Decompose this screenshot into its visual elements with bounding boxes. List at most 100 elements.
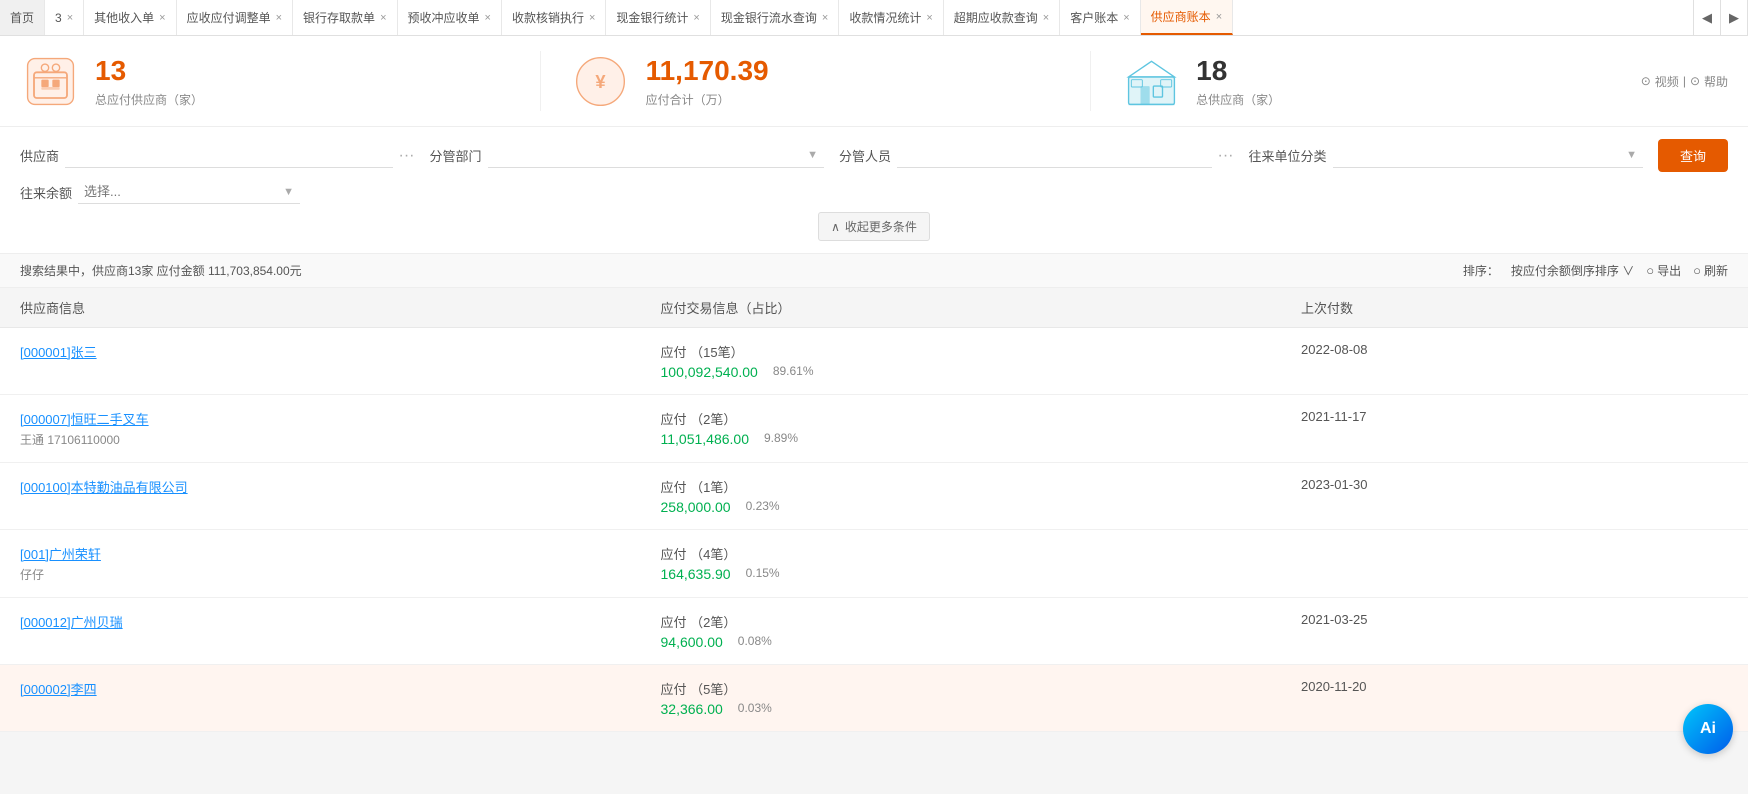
nav-tab-customer-ledger[interactable]: 客户账本 × [1060,0,1140,35]
nav-tab-adjustment-close[interactable]: × [276,12,282,24]
nav-prev-arrow[interactable]: ◀ [1694,0,1721,36]
nav-tab-customer-ledger-label: 客户账本 [1070,9,1118,26]
nav-tab-bank-close[interactable]: × [380,12,386,24]
payable-suppliers-label: 总应付供应商（家） [95,91,203,108]
transaction-info-2: 应付 （2笔） 11,051,486.00 9.89% [661,409,1302,447]
amount-5[interactable]: 94,600.00 [661,634,723,650]
video-icon: ⊙ [1641,74,1651,88]
supplier-filter-label: 供应商 [20,146,59,165]
nav-tab-3-close[interactable]: × [67,12,73,24]
table-header-row: 供应商信息 应付交易信息（占比） 上次付数 [0,288,1748,328]
nav-tab-3[interactable]: 3 × [45,0,84,35]
dept-filter-label: 分管部门 [430,146,482,165]
supplier-sub-2: 王通 17106110000 [20,431,661,448]
nav-tab-collection-stat-close[interactable]: × [926,12,932,24]
transaction-info-3: 应付 （1笔） 258,000.00 0.23% [661,477,1302,515]
nav-tab-advance[interactable]: 预收冲应收单 × [398,0,502,35]
nav-tab-supplier-ledger[interactable]: 供应商账本 × [1141,0,1233,35]
balance-filter-label: 往来余额 [20,183,72,202]
nav-tab-adjustment[interactable]: 应收应付调整单 × [177,0,293,35]
supplier-link-5[interactable]: [000012]广州贝瑞 [20,615,123,630]
supplier-filter-dots[interactable]: ··· [399,147,415,165]
filter-dept: 分管部门 ▼ [430,144,825,168]
nav-tab-supplier-ledger-close[interactable]: × [1216,11,1222,23]
balance-filter-input[interactable] [84,184,283,199]
dept-chevron-icon: ▼ [807,149,818,161]
transaction-row-4: 164,635.90 0.15% [661,563,1302,582]
dept-filter-input[interactable] [494,148,808,163]
nav-tab-home[interactable]: 首页 [0,0,45,35]
nav-tab-collection-close[interactable]: × [589,12,595,24]
unit-class-filter-input[interactable] [1339,148,1627,163]
amount-4[interactable]: 164,635.90 [661,566,731,582]
ai-button[interactable]: Ai [1683,704,1733,754]
transaction-info-4: 应付 （4笔） 164,635.90 0.15% [661,544,1302,582]
table-header-transaction: 应付交易信息（占比） [661,298,1302,317]
nav-tab-other-income-close[interactable]: × [159,12,165,24]
nav-tab-cashbank-flow[interactable]: 现金银行流水查询 × [711,0,839,35]
amount-6[interactable]: 32,366.00 [661,701,723,717]
supplier-link-1[interactable]: [000001]张三 [20,345,97,360]
video-link[interactable]: 视频 [1655,73,1679,90]
supplier-link-6[interactable]: [000002]李四 [20,682,97,697]
query-button[interactable]: 查询 [1658,139,1728,172]
balance-filter-select[interactable]: ▼ [78,180,300,204]
lastpay-5: 2021-03-25 [1301,612,1728,627]
supplier-info-6: [000002]李四 [20,679,661,698]
nav-tab-bank-label: 银行存取款单 [303,9,375,26]
nav-tab-overdue[interactable]: 超期应收款查询 × [944,0,1060,35]
supplier-link-2[interactable]: [000007]恒旺二手叉车 [20,412,149,427]
nav-tab-cashbank-flow-close[interactable]: × [822,12,828,24]
percent-5: 0.08% [738,634,772,648]
export-button[interactable]: ○ 导出 [1646,262,1681,279]
help-link[interactable]: 帮助 [1704,73,1728,90]
table-row: [001]广州荣轩 仔仔 应付 （4笔） 164,635.90 0.15% [0,530,1748,598]
summary-right-actions: ⊙ 视频 | ⊙ 帮助 [1641,73,1728,90]
nav-tab-bank[interactable]: 银行存取款单 × [293,0,397,35]
collapse-button[interactable]: ∧ 收起更多条件 [818,212,930,241]
nav-tab-customer-ledger-close[interactable]: × [1123,12,1129,24]
nav-tab-collection-stat[interactable]: 收款情况统计 × [839,0,943,35]
filter-balance: 往来余额 ▼ [20,180,300,204]
amount-2[interactable]: 11,051,486.00 [661,431,750,447]
supplier-info-2: [000007]恒旺二手叉车 王通 17106110000 [20,409,661,448]
pay-label-1: 应付 （15笔） [661,342,1302,361]
nav-tab-other-income[interactable]: 其他收入单 × [84,0,176,35]
pay-label-2: 应付 （2笔） [661,409,1302,428]
nav-tab-cashbank-stat[interactable]: 现金银行统计 × [606,0,710,35]
supplier-link-4[interactable]: [001]广州荣轩 [20,547,101,562]
sort-value-text: 按应付余额倒序排序 [1511,264,1619,278]
filter-person: 分管人员 ··· [839,144,1234,168]
unit-class-filter-select[interactable]: ▼ [1333,144,1643,168]
summary-card-payable-suppliers: 13 总应付供应商（家） [20,51,541,111]
dept-filter-select[interactable]: ▼ [488,144,824,168]
table-row: [000002]李四 应付 （5笔） 32,366.00 0.03% 2020-… [0,665,1748,732]
supplier-filter-input[interactable] [65,144,393,168]
nav-tab-advance-close[interactable]: × [485,12,491,24]
collapse-icon: ∧ [831,220,840,234]
pay-label-3: 应付 （1笔） [661,477,1302,496]
supplier-info-3: [000100]本特勤油品有限公司 [20,477,661,496]
nav-tab-supplier-ledger-label: 供应商账本 [1151,8,1211,25]
nav-tab-advance-label: 预收冲应收单 [408,9,480,26]
nav-tab-cashbank-stat-close[interactable]: × [693,12,699,24]
summary-area: 13 总应付供应商（家） ¥ 11,170.39 应付合计（万） [0,36,1748,127]
refresh-button[interactable]: ○ 刷新 [1693,262,1728,279]
person-filter-input[interactable] [897,144,1212,168]
amount-3[interactable]: 258,000.00 [661,499,731,515]
supplier-link-3[interactable]: [000100]本特勤油品有限公司 [20,480,188,495]
separator: | [1683,74,1686,88]
table-row: [000100]本特勤油品有限公司 应付 （1笔） 258,000.00 0.2… [0,463,1748,530]
sort-value[interactable]: 按应付余额倒序排序 ∨ [1511,262,1634,279]
nav-tab-collection[interactable]: 收款核销执行 × [502,0,606,35]
balance-chevron-icon: ▼ [283,186,294,198]
amount-1[interactable]: 100,092,540.00 [661,364,758,380]
nav-tab-3-label: 3 [55,11,62,25]
total-suppliers-number: 18 [1196,54,1280,88]
nav-tab-overdue-close[interactable]: × [1043,12,1049,24]
unit-class-filter-label: 往来单位分类 [1249,146,1327,165]
transaction-row-2: 11,051,486.00 9.89% [661,428,1302,447]
transaction-info-1: 应付 （15笔） 100,092,540.00 89.61% [661,342,1302,380]
nav-next-arrow[interactable]: ▶ [1721,0,1748,36]
person-filter-dots[interactable]: ··· [1218,147,1234,165]
